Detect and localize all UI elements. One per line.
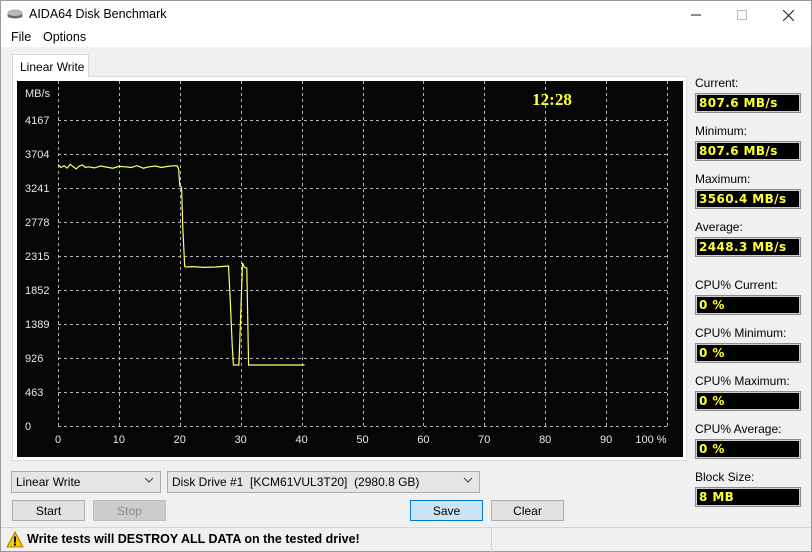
elapsed-time-clock: 12:28 — [532, 90, 572, 109]
warning-text: Write tests will DESTROY ALL DATA on the… — [27, 532, 360, 546]
cpu-current-value: 0 % — [695, 295, 801, 315]
current-value: 807.6 MB/s — [695, 93, 801, 113]
save-button[interactable]: Save — [410, 500, 483, 521]
minimize-icon — [691, 14, 701, 16]
average-value: 2448.3 MB/s — [695, 237, 801, 257]
y-tick-label: 3704 — [25, 149, 49, 161]
x-tick-label: 20 — [174, 434, 186, 446]
y-tick-label: 1852 — [25, 285, 49, 297]
y-tick-label: 463 — [25, 387, 43, 399]
app-window: AIDA64 Disk Benchmark File Options Linea… — [0, 0, 812, 552]
window-title: AIDA64 Disk Benchmark — [29, 7, 167, 21]
y-tick-label: 2315 — [25, 251, 49, 263]
status-bar: Write tests will DESTROY ALL DATA on the… — [1, 528, 811, 552]
average-label: Average: — [695, 220, 743, 234]
cpu-average-value: 0 % — [695, 439, 801, 459]
y-tick-label: 0 — [25, 421, 31, 433]
chevron-down-icon — [463, 477, 473, 483]
x-tick-label: 80 — [539, 434, 551, 446]
maximum-label: Maximum: — [695, 172, 751, 186]
minimize-button[interactable] — [673, 1, 719, 29]
tab-linear-write[interactable]: Linear Write — [12, 54, 89, 77]
minimum-label: Minimum: — [695, 124, 748, 138]
clear-button[interactable]: Clear — [491, 500, 564, 521]
x-tick-label: 100 % — [635, 434, 666, 446]
menu-options[interactable]: Options — [43, 30, 86, 44]
maximize-button[interactable] — [719, 1, 765, 29]
test-type-value: Linear Write — [16, 475, 81, 489]
test-type-select[interactable]: Linear Write — [11, 471, 161, 493]
series-line-linear-write — [57, 163, 305, 366]
maximum-value: 3560.4 MB/s — [695, 189, 801, 209]
cpu-minimum-label: CPU% Minimum: — [695, 326, 787, 340]
minimum-value: 807.6 MB/s — [695, 141, 801, 161]
x-tick-label: 10 — [113, 434, 125, 446]
current-label: Current: — [695, 76, 739, 90]
drive-select[interactable]: Disk Drive #1 [KCM61VUL3T20] (2980.8 GB) — [167, 471, 480, 493]
close-button[interactable] — [765, 1, 811, 29]
block-size-label: Block Size: — [695, 470, 755, 484]
chevron-down-icon — [144, 477, 154, 483]
x-tick-label: 90 — [600, 434, 612, 446]
block-size-value: 8 MB — [695, 487, 801, 507]
x-tick-label: 70 — [478, 434, 490, 446]
stop-button[interactable]: Stop — [93, 500, 166, 521]
x-tick-label: 50 — [356, 434, 368, 446]
warning-icon — [6, 531, 24, 548]
y-tick-label: 2778 — [25, 217, 49, 229]
menu-file[interactable]: File — [11, 30, 31, 44]
x-tick-label: 40 — [295, 434, 307, 446]
benchmark-chart: 0 463 926 1389 1852 2315 2778 3241 3704 4167 MB/s 0… — [17, 81, 683, 457]
close-icon — [782, 9, 794, 21]
y-axis-unit-label: MB/s — [25, 88, 51, 100]
x-tick-label: 30 — [235, 434, 247, 446]
drive-value: Disk Drive #1 [KCM61VUL3T20] (2980.8 GB) — [172, 475, 420, 489]
title-bar[interactable]: AIDA64 Disk Benchmark — [1, 1, 811, 29]
cpu-average-label: CPU% Average: — [695, 422, 782, 436]
disk-drive-icon — [7, 9, 23, 19]
menu-bar: File Options — [1, 29, 811, 47]
cpu-minimum-value: 0 % — [695, 343, 801, 363]
y-tick-label: 926 — [25, 353, 43, 365]
y-tick-label: 4167 — [25, 115, 49, 127]
y-tick-label: 1389 — [25, 319, 49, 331]
status-separator — [491, 528, 492, 552]
x-tick-label: 0 — [55, 434, 61, 446]
cpu-maximum-label: CPU% Maximum: — [695, 374, 790, 388]
cpu-current-label: CPU% Current: — [695, 278, 778, 292]
y-tick-label: 3241 — [25, 183, 49, 195]
maximize-icon — [737, 10, 747, 20]
chart-svg: 0 463 926 1389 1852 2315 2778 3241 3704 4167 MB/s 0… — [25, 81, 668, 446]
start-button[interactable]: Start — [12, 500, 85, 521]
x-tick-label: 60 — [417, 434, 429, 446]
cpu-maximum-value: 0 % — [695, 391, 801, 411]
